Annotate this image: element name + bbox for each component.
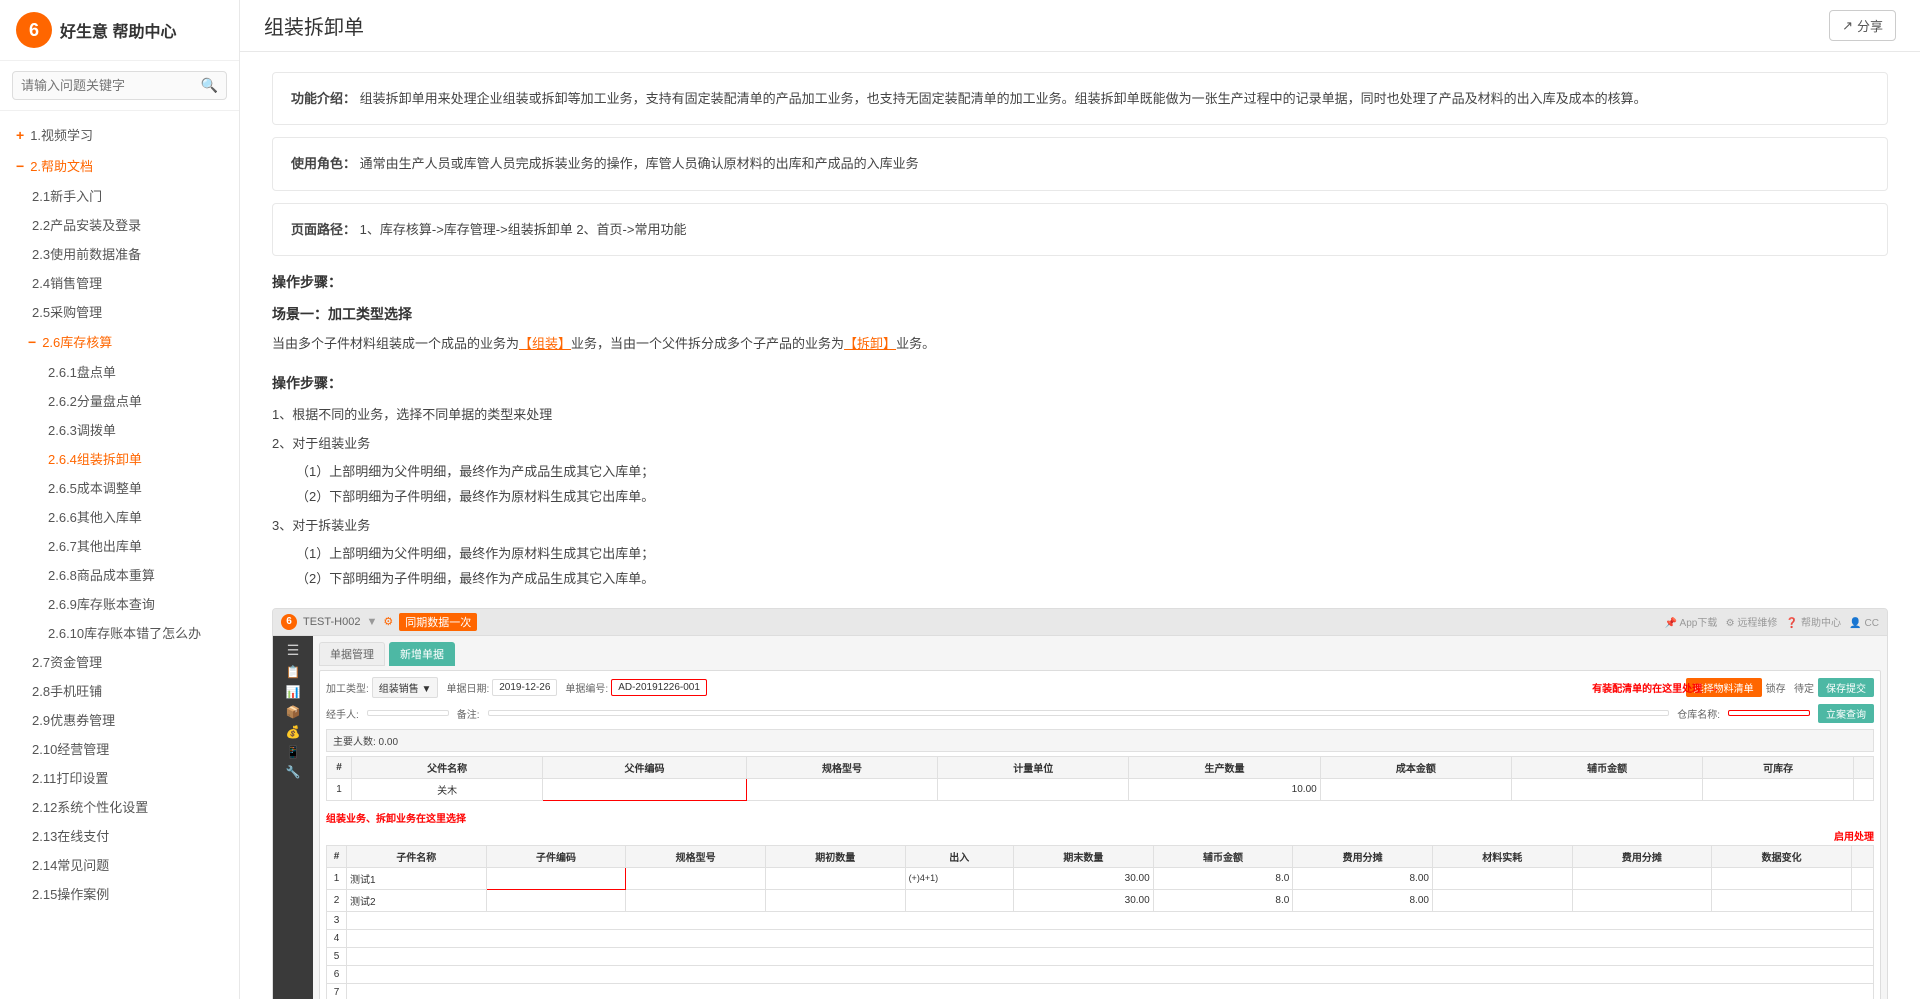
nav-label-1: 1.视频学习 bbox=[30, 125, 93, 144]
sidebar-item-purchase[interactable]: 2.5采购管理 bbox=[0, 297, 239, 326]
annotation-label-3: 启用处理 bbox=[326, 827, 1874, 843]
sidebar-item-2.11[interactable]: 2.11打印设置 bbox=[0, 763, 239, 792]
logo-icon: 6 bbox=[16, 12, 52, 48]
main-area: 组装拆卸单 ↗ 分享 功能介绍： 组装拆卸单用来处理企业组装或拆卸等加工业务，支… bbox=[240, 0, 1920, 999]
sidebar-item-2.14[interactable]: 2.14常见问题 bbox=[0, 850, 239, 879]
scene1-desc: 当由多个子件材料组装成一个成品的业务为【组装】业务，当由一个父件拆分成多个子产品… bbox=[272, 332, 1888, 357]
screenshot-topbar-text: TEST-H002 bbox=[303, 616, 360, 628]
sidebar-item-videos[interactable]: + 1.视频学习 bbox=[0, 119, 239, 150]
step3-sub1: （1）上部明细为父件明细，最终作为原材料生成其它出库单； bbox=[296, 542, 1888, 567]
role-block: 使用角色： 通常由生产人员或库管人员完成拆装业务的操作，库管人员确认原材料的出库… bbox=[272, 137, 1888, 190]
nav-tree: + 1.视频学习 − 2.帮助文档 2.1新手入门 2.2产品安装及登录 2.3… bbox=[0, 111, 239, 999]
logo-area: 6 好生意 帮助中心 bbox=[0, 0, 239, 61]
sidebar-item-2.6.8[interactable]: 2.6.8商品成本重算 bbox=[0, 560, 239, 589]
share-button[interactable]: ↗ 分享 bbox=[1829, 10, 1896, 41]
ops-steps-title: 操作步骤： bbox=[272, 373, 1888, 393]
path-text: 1、库存核算->库存管理->组装拆卸单 2、首页->常用功能 bbox=[360, 222, 687, 237]
ops-title: 操作步骤： bbox=[272, 272, 1888, 292]
screenshot-container: 6 TEST-H002 ▼ ⚙ 同期数据一次 📌 App下载 ⚙ 远程维修 ❓ … bbox=[272, 608, 1888, 999]
func-intro-label: 功能介绍： bbox=[291, 91, 356, 106]
screenshot-no: AD-20191226-001 bbox=[611, 679, 707, 696]
annotation-label-1: 有装配清单的在这里处理 → bbox=[1592, 679, 1720, 695]
func-intro-text: 组装拆卸单用来处理企业组装或拆卸等加工业务，支持有固定装配清单的产品加工业务，也… bbox=[360, 91, 1647, 106]
sidebar-item-2.6.2[interactable]: 2.6.2分量盘点单 bbox=[0, 386, 239, 415]
sidebar-item-2.8[interactable]: 2.8手机旺铺 bbox=[0, 676, 239, 705]
sidebar-item-2.6.6[interactable]: 2.6.6其他入库单 bbox=[0, 502, 239, 531]
logo-text: 好生意 帮助中心 bbox=[60, 18, 176, 42]
sidebar-item-newbie[interactable]: 2.1新手入门 bbox=[0, 181, 239, 210]
step3: 3、对于拆装业务 bbox=[272, 514, 1888, 539]
disassemble-link: 【拆卸】 bbox=[844, 336, 896, 351]
screenshot-tab2: 新增单据 bbox=[389, 642, 455, 666]
sidebar-item-inventory[interactable]: − 2.6库存核算 bbox=[0, 326, 239, 357]
sidebar-item-2.6.4[interactable]: 2.6.4组装拆卸单 bbox=[0, 444, 239, 473]
screenshot-tab1: 单据管理 bbox=[319, 642, 385, 666]
role-label: 使用角色： bbox=[291, 156, 356, 171]
step2-sub2: （2）下部明细为子件明细，最终作为原材料生成其它出库单。 bbox=[296, 485, 1888, 510]
path-block: 页面路径： 1、库存核算->库存管理->组装拆卸单 2、首页->常用功能 bbox=[272, 203, 1888, 256]
expand-icon-1: + bbox=[16, 127, 24, 143]
top-bar: 组装拆卸单 ↗ 分享 bbox=[240, 0, 1920, 52]
sidebar-item-2.6.7[interactable]: 2.6.7其他出库单 bbox=[0, 531, 239, 560]
sidebar-item-2.6.1[interactable]: 2.6.1盘点单 bbox=[0, 357, 239, 386]
sidebar-item-2.6.3[interactable]: 2.6.3调拨单 bbox=[0, 415, 239, 444]
role-text: 通常由生产人员或库管人员完成拆装业务的操作，库管人员确认原材料的出库和产成品的入… bbox=[360, 156, 919, 171]
search-input[interactable] bbox=[21, 78, 201, 93]
search-area: 🔍 bbox=[0, 61, 239, 111]
sidebar-item-2.6.5[interactable]: 2.6.5成本调整单 bbox=[0, 473, 239, 502]
sidebar-item-2.9[interactable]: 2.9优惠券管理 bbox=[0, 705, 239, 734]
sidebar: 6 好生意 帮助中心 🔍 + 1.视频学习 − 2.帮助文档 2.1新手入门 2… bbox=[0, 0, 240, 999]
sidebar-item-2.7[interactable]: 2.7资金管理 bbox=[0, 647, 239, 676]
step3-sub2: （2）下部明细为子件明细，最终作为产成品生成其它入库单。 bbox=[296, 567, 1888, 592]
sidebar-item-2.6.10[interactable]: 2.6.10库存账本错了怎么办 bbox=[0, 618, 239, 647]
search-box: 🔍 bbox=[12, 71, 227, 100]
sidebar-item-2.10[interactable]: 2.10经营管理 bbox=[0, 734, 239, 763]
screenshot-date: 2019-12-26 bbox=[492, 679, 557, 696]
page-title: 组装拆卸单 bbox=[264, 11, 364, 40]
content-area: 功能介绍： 组装拆卸单用来处理企业组装或拆卸等加工业务，支持有固定装配清单的产品… bbox=[240, 52, 1920, 999]
func-intro-block: 功能介绍： 组装拆卸单用来处理企业组装或拆卸等加工业务，支持有固定装配清单的产品… bbox=[272, 72, 1888, 125]
sidebar-item-sales[interactable]: 2.4销售管理 bbox=[0, 268, 239, 297]
sidebar-item-2.12[interactable]: 2.12系统个性化设置 bbox=[0, 792, 239, 821]
step2-sub1: （1）上部明细为父件明细，最终作为产成品生成其它入库单； bbox=[296, 460, 1888, 485]
nav-label-2.6: 2.6库存核算 bbox=[42, 332, 112, 351]
share-icon: ↗ bbox=[1842, 18, 1853, 34]
step2: 2、对于组装业务 bbox=[272, 432, 1888, 457]
group-link: 【组装】 bbox=[519, 336, 571, 351]
step1: 1、根据不同的业务，选择不同单据的类型来处理 bbox=[272, 403, 1888, 428]
annotation-label-2: 组装业务、拆卸业务在这里选择 bbox=[326, 809, 1874, 825]
sidebar-item-install[interactable]: 2.2产品安装及登录 bbox=[0, 210, 239, 239]
path-label: 页面路径： bbox=[291, 222, 356, 237]
sidebar-item-2.13[interactable]: 2.13在线支付 bbox=[0, 821, 239, 850]
sidebar-item-helpdoc[interactable]: − 2.帮助文档 bbox=[0, 150, 239, 181]
sidebar-item-dataprep[interactable]: 2.3使用前数据准备 bbox=[0, 239, 239, 268]
sidebar-item-2.15[interactable]: 2.15操作案例 bbox=[0, 879, 239, 908]
collapse-icon-2.6: − bbox=[28, 334, 36, 350]
collapse-icon-2: − bbox=[16, 158, 24, 174]
nav-label-2: 2.帮助文档 bbox=[30, 156, 93, 175]
scene1-title: 场景一：加工类型选择 bbox=[272, 304, 1888, 324]
sidebar-item-2.6.9[interactable]: 2.6.9库存账本查询 bbox=[0, 589, 239, 618]
search-icon[interactable]: 🔍 bbox=[201, 77, 218, 94]
